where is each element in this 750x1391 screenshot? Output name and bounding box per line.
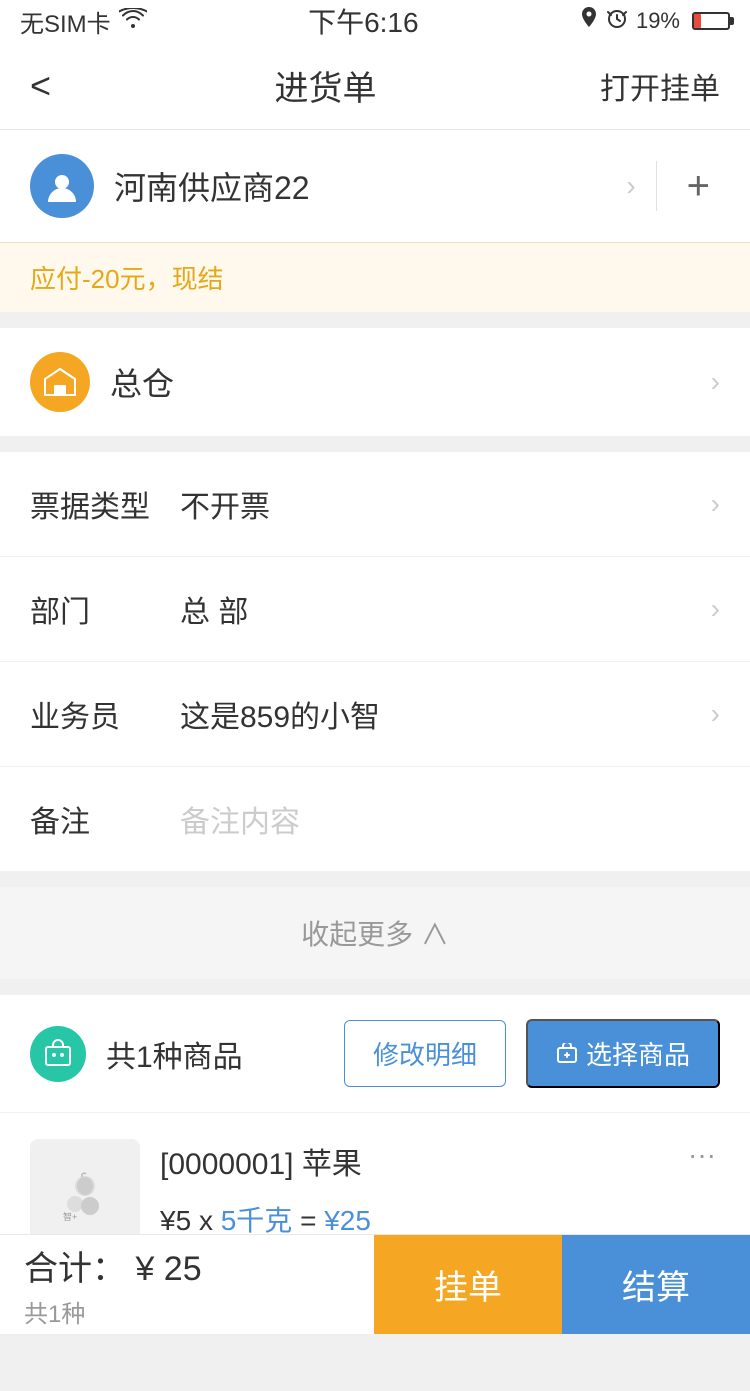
salesperson-value: 这是859的小智: [160, 692, 701, 736]
select-product-button[interactable]: 选择商品: [526, 1019, 720, 1088]
status-right: 19%: [580, 7, 730, 35]
pending-button[interactable]: 挂单: [374, 1235, 562, 1334]
total-label: 合计：: [24, 1250, 126, 1288]
notice-bar: 应付-20元，现结: [0, 242, 750, 312]
product-equals: =: [300, 1205, 324, 1236]
open-pending-button[interactable]: 打开挂单: [600, 64, 720, 108]
warehouse-chevron-icon: ›: [711, 366, 720, 398]
supplier-section: 河南供应商22 › + 应付-20元，现结: [0, 130, 750, 312]
carrier-text: 无SIM卡: [20, 4, 111, 39]
status-left: 无SIM卡: [20, 4, 147, 39]
edit-detail-button[interactable]: 修改明细: [344, 1020, 506, 1087]
footer-total: 合计： ¥ 25 共1种: [0, 1235, 374, 1334]
remark-row[interactable]: 备注 备注内容: [0, 767, 750, 871]
products-icon: [30, 1026, 86, 1082]
ticket-type-value: 不开票: [160, 482, 701, 526]
department-label: 部门: [30, 587, 160, 631]
footer-total-count: 共1种: [24, 1294, 350, 1329]
collapse-button[interactable]: 收起更多 ∧: [0, 887, 750, 979]
salesperson-row[interactable]: 业务员 这是859的小智 ›: [0, 662, 750, 767]
ticket-type-row[interactable]: 票据类型 不开票 ›: [0, 452, 750, 557]
product-id: [0000001]: [160, 1148, 293, 1181]
warehouse-icon: [30, 352, 90, 412]
supplier-divider: [656, 161, 657, 211]
product-more-button[interactable]: ···: [684, 1139, 720, 1171]
form-section: 票据类型 不开票 › 部门 总 部 › 业务员 这是859的小智 › 备注 备注…: [0, 452, 750, 871]
products-count: 共1种商品: [106, 1032, 324, 1076]
ticket-type-chevron-icon: ›: [711, 488, 720, 520]
status-bar: 无SIM卡 下午6:16 19%: [0, 0, 750, 42]
product-multiply: x: [199, 1205, 221, 1236]
battery-icon: [692, 12, 730, 30]
select-product-label: 选择商品: [586, 1035, 690, 1072]
total-amount-value: ¥ 25: [135, 1250, 201, 1288]
salesperson-chevron-icon: ›: [711, 698, 720, 730]
svg-text:智+: 智+: [63, 1211, 77, 1222]
department-value: 总 部: [160, 587, 701, 631]
product-price: ¥5 x 5千克 = ¥25: [160, 1199, 664, 1239]
supplier-chevron-icon: ›: [626, 170, 635, 202]
footer-total-amount: 合计： ¥ 25: [24, 1241, 350, 1290]
product-title-name: 苹果: [302, 1148, 362, 1181]
battery-percent: 19%: [636, 8, 680, 34]
ticket-type-label: 票据类型: [30, 482, 160, 526]
supplier-avatar: [30, 154, 94, 218]
status-time: 下午6:16: [308, 1, 419, 41]
product-quantity: 5千克: [221, 1205, 293, 1236]
product-unit-price: ¥5: [160, 1205, 191, 1236]
warehouse-row[interactable]: 总仓 ›: [0, 328, 750, 436]
checkout-button[interactable]: 结算: [562, 1235, 750, 1334]
department-chevron-icon: ›: [711, 593, 720, 625]
footer: 合计： ¥ 25 共1种 挂单 结算: [0, 1234, 750, 1334]
add-supplier-button[interactable]: +: [677, 164, 720, 209]
products-section: 共1种商品 修改明细 选择商品 智+: [0, 995, 750, 1275]
warehouse-name: 总仓: [110, 359, 701, 405]
remark-label: 备注: [30, 797, 160, 841]
wifi-icon: [119, 7, 147, 35]
alarm-icon: [606, 7, 628, 35]
supplier-row[interactable]: 河南供应商22 › +: [0, 130, 750, 242]
warehouse-section[interactable]: 总仓 ›: [0, 328, 750, 436]
product-thumbnail: 智+: [30, 1139, 140, 1249]
supplier-name: 河南供应商22: [114, 163, 616, 209]
main-content: 河南供应商22 › + 应付-20元，现结 总仓 › 票据类型 不开票 ›: [0, 130, 750, 1391]
product-total: ¥25: [324, 1205, 371, 1236]
page-title: 进货单: [275, 61, 377, 110]
salesperson-label: 业务员: [30, 692, 160, 736]
product-name: [0000001] 苹果: [160, 1139, 664, 1183]
product-info: [0000001] 苹果 ¥5 x 5千克 = ¥25: [160, 1139, 664, 1239]
remark-input[interactable]: 备注内容: [160, 797, 720, 841]
nav-bar: < 进货单 打开挂单: [0, 42, 750, 130]
location-icon: [580, 7, 598, 35]
back-button[interactable]: <: [30, 65, 51, 107]
products-header: 共1种商品 修改明细 选择商品: [0, 995, 750, 1113]
department-row[interactable]: 部门 总 部 ›: [0, 557, 750, 662]
